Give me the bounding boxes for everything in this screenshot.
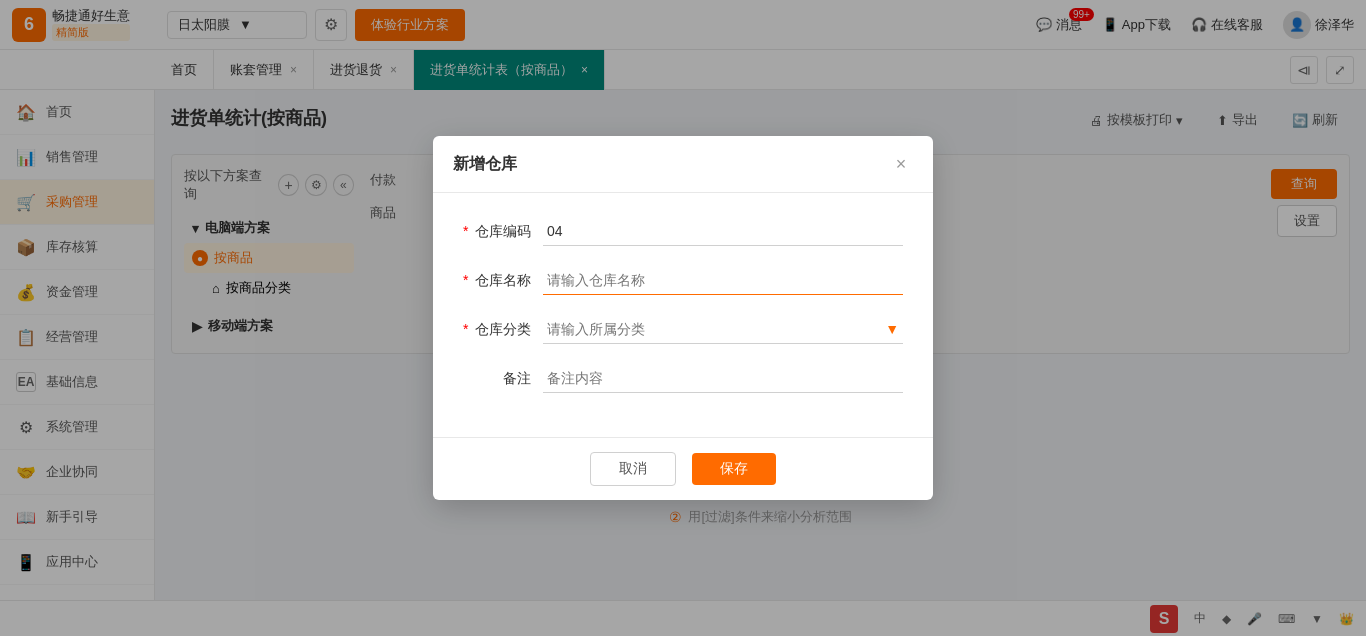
modal-close-button[interactable]: × — [889, 152, 913, 176]
modal-header: 新增仓库 × — [433, 136, 933, 193]
name-label: 仓库名称 — [463, 272, 543, 290]
category-select-input[interactable] — [547, 321, 885, 337]
category-label: 仓库分类 — [463, 321, 543, 339]
modal-body: 仓库编码 仓库名称 仓库分类 ▼ 备注 — [433, 193, 933, 437]
save-button[interactable]: 保存 — [692, 453, 776, 485]
note-label: 备注 — [463, 370, 543, 388]
chevron-down-icon3: ▼ — [885, 321, 899, 337]
warehouse-code-input[interactable] — [543, 217, 903, 246]
form-row-name: 仓库名称 — [463, 266, 903, 295]
form-row-code: 仓库编码 — [463, 217, 903, 246]
warehouse-note-input[interactable] — [543, 364, 903, 393]
warehouse-name-input[interactable] — [543, 266, 903, 295]
modal-overlay: 新增仓库 × 仓库编码 仓库名称 仓库分类 ▼ — [0, 0, 1366, 636]
modal-footer: 取消 保存 — [433, 437, 933, 500]
form-row-note: 备注 — [463, 364, 903, 393]
modal-title: 新增仓库 — [453, 154, 517, 175]
new-warehouse-modal: 新增仓库 × 仓库编码 仓库名称 仓库分类 ▼ — [433, 136, 933, 500]
category-select-wrap[interactable]: ▼ — [543, 315, 903, 344]
cancel-button[interactable]: 取消 — [590, 452, 676, 486]
form-row-category: 仓库分类 ▼ — [463, 315, 903, 344]
code-label: 仓库编码 — [463, 223, 543, 241]
